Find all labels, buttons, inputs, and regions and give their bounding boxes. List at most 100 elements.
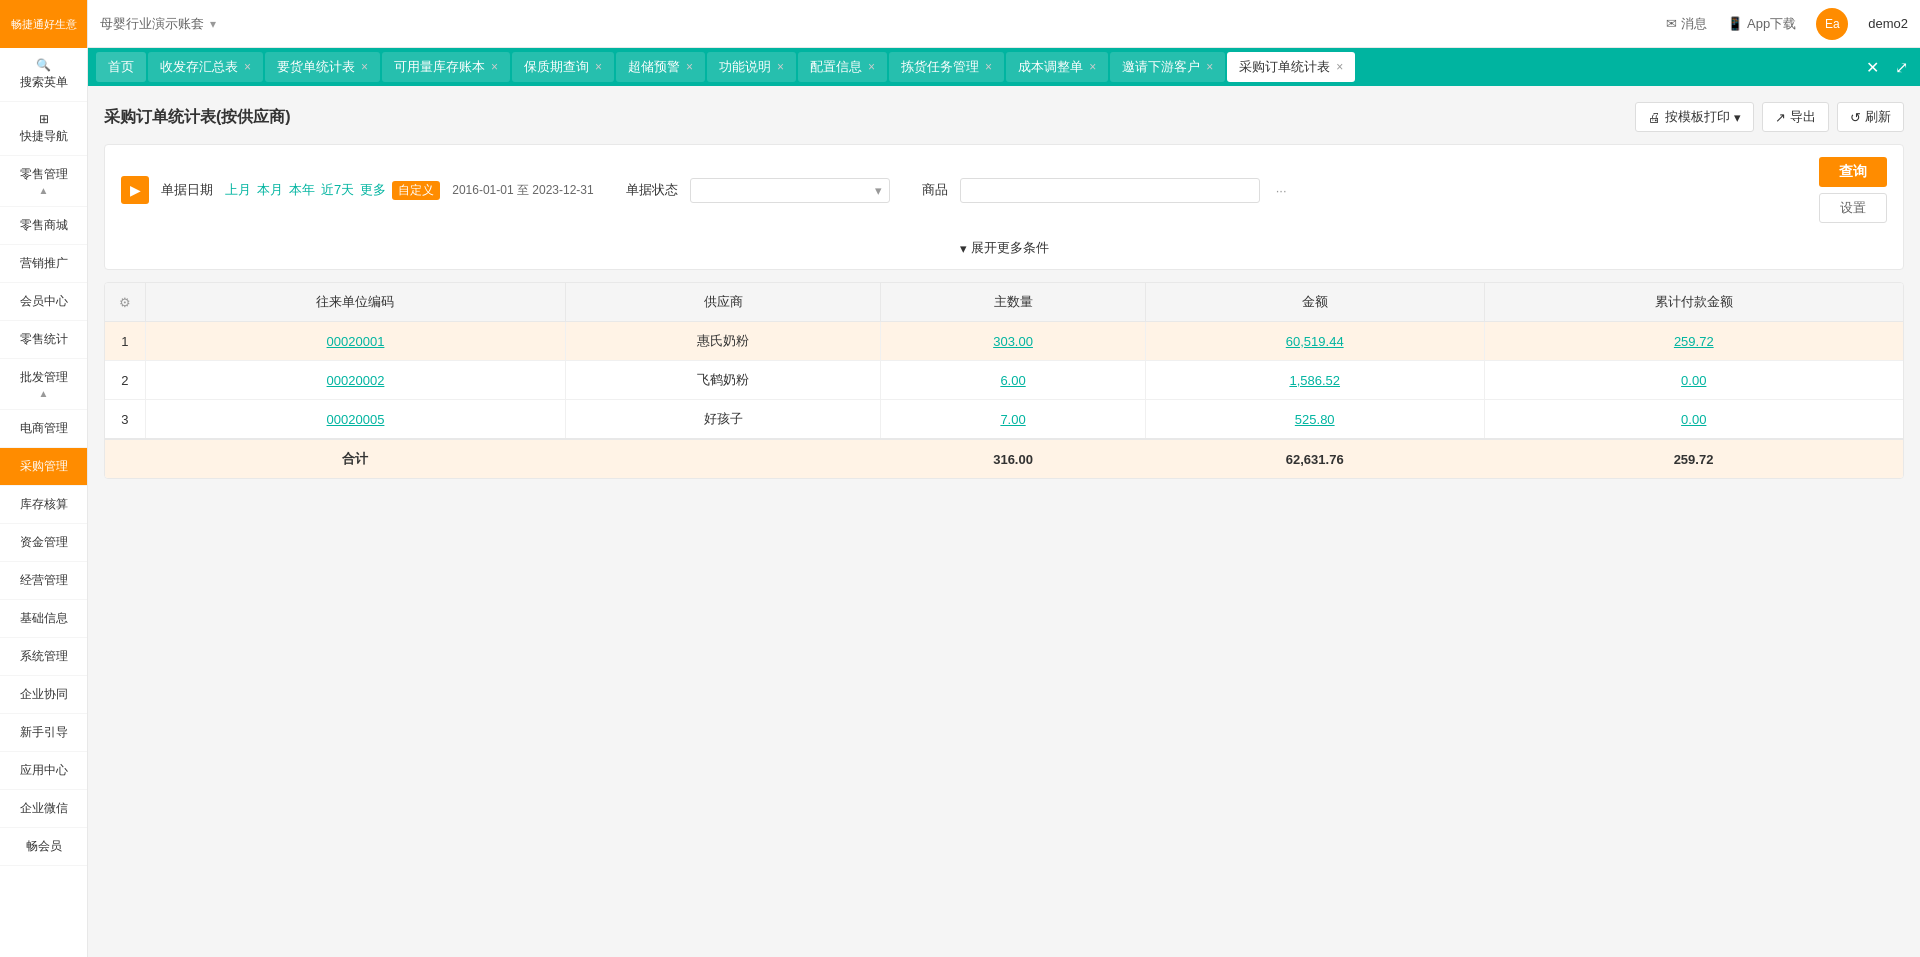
settings-button[interactable]: 设置 <box>1819 193 1887 223</box>
sidebar-item-search[interactable]: 🔍 搜索英单 <box>0 48 87 102</box>
row-paid[interactable]: 259.72 <box>1484 322 1903 361</box>
sidebar-item-nav[interactable]: ⊞ 快捷导航 <box>0 102 87 156</box>
refresh-button[interactable]: ↺ 刷新 <box>1837 102 1904 132</box>
sidebar-item-basic[interactable]: 基础信息 <box>0 600 87 638</box>
maximize-tab-action[interactable]: ⤢ <box>1891 58 1912 77</box>
sidebar-item-marketing[interactable]: 营销推广 <box>0 245 87 283</box>
tab-close-icon[interactable]: × <box>244 60 251 74</box>
status-select[interactable] <box>690 178 890 203</box>
tab-close-icon[interactable]: × <box>1089 60 1096 74</box>
row-code[interactable]: 00020001 <box>145 322 566 361</box>
tab-close-icon[interactable]: × <box>491 60 498 74</box>
sidebar-item-retail-mall[interactable]: 零售商城 <box>0 207 87 245</box>
tab-close-icon[interactable]: × <box>985 60 992 74</box>
row-paid[interactable]: 0.00 <box>1484 400 1903 440</box>
sidebar-item-wholesale[interactable]: 批发管理 ▲ <box>0 359 87 410</box>
workspace-selector[interactable]: 母婴行业演示账套 ▾ <box>100 15 1666 33</box>
query-button[interactable]: 查询 <box>1819 157 1887 187</box>
tab-receive-summary[interactable]: 收发存汇总表 × <box>148 52 263 82</box>
tab-label: 功能说明 <box>719 58 771 76</box>
tab-label: 采购订单统计表 <box>1239 58 1330 76</box>
row-qty[interactable]: 7.00 <box>881 400 1146 440</box>
tab-purchase-summary[interactable]: 要货单统计表 × <box>265 52 380 82</box>
row-index: 1 <box>105 322 145 361</box>
tab-pickup-task[interactable]: 拣货任务管理 × <box>889 52 1004 82</box>
sidebar-item-operation[interactable]: 经营管理 <box>0 562 87 600</box>
sidebar-item-enterprise[interactable]: 企业协同 <box>0 676 87 714</box>
tab-warranty[interactable]: 保质期查询 × <box>512 52 614 82</box>
this-year-shortcut[interactable]: 本年 <box>289 181 315 199</box>
sidebar-item-purchase[interactable]: 采购管理 <box>0 448 87 486</box>
tab-purchase-order-stat[interactable]: 采购订单统计表 × <box>1227 52 1355 82</box>
sidebar-item-appcenter[interactable]: 应用中心 <box>0 752 87 790</box>
tab-func-desc[interactable]: 功能说明 × <box>707 52 796 82</box>
avatar: Ea <box>1816 8 1848 40</box>
sidebar-item-inventory[interactable]: 库存核算 <box>0 486 87 524</box>
sidebar-item-label: 快捷导航 <box>20 128 68 145</box>
row-paid[interactable]: 0.00 <box>1484 361 1903 400</box>
col-amount: 金额 <box>1145 283 1484 322</box>
row-code[interactable]: 00020002 <box>145 361 566 400</box>
sidebar-item-label: 系统管理 <box>20 648 68 665</box>
row-amount[interactable]: 1,586.52 <box>1145 361 1484 400</box>
sidebar-item-retail-stat[interactable]: 零售统计 <box>0 321 87 359</box>
sidebar-item-member2[interactable]: 畅会员 <box>0 828 87 866</box>
printer-icon: 🖨 <box>1648 110 1661 125</box>
row-qty[interactable]: 6.00 <box>881 361 1146 400</box>
print-button[interactable]: 🖨 按模板打印 ▾ <box>1635 102 1754 132</box>
sidebar-item-member[interactable]: 会员中心 <box>0 283 87 321</box>
row-qty[interactable]: 303.00 <box>881 322 1146 361</box>
more-dates-shortcut[interactable]: 更多 <box>360 181 386 199</box>
custom-date-badge[interactable]: 自定义 <box>392 181 440 200</box>
app-download-button[interactable]: 📱 App下载 <box>1727 15 1796 33</box>
message-label: 消息 <box>1681 15 1707 33</box>
username-label[interactable]: demo2 <box>1868 16 1908 31</box>
table-row[interactable]: 2 00020002 飞鹤奶粉 6.00 1,586.52 0.00 <box>105 361 1903 400</box>
refresh-label: 刷新 <box>1865 108 1891 126</box>
tab-label: 拣货任务管理 <box>901 58 979 76</box>
table-row[interactable]: 1 00020001 惠氏奶粉 303.00 60,519.44 259.72 <box>105 322 1903 361</box>
tab-stock-ledger[interactable]: 可用量库存账本 × <box>382 52 510 82</box>
tab-close-icon[interactable]: × <box>777 60 784 74</box>
sidebar-item-label: 企业微信 <box>20 800 68 817</box>
tab-close-icon[interactable]: × <box>1336 60 1343 74</box>
mobile-icon: 📱 <box>1727 16 1743 31</box>
sidebar-item-wechat[interactable]: 企业微信 <box>0 790 87 828</box>
goods-input[interactable] <box>960 178 1260 203</box>
last-7days-shortcut[interactable]: 近7天 <box>321 181 354 199</box>
tab-close-icon[interactable]: × <box>595 60 602 74</box>
row-amount[interactable]: 60,519.44 <box>1145 322 1484 361</box>
filter-toggle-button[interactable]: ▶ <box>121 176 149 204</box>
tab-close-icon[interactable]: × <box>868 60 875 74</box>
tab-close-icon[interactable]: × <box>361 60 368 74</box>
message-button[interactable]: ✉ 消息 <box>1666 15 1707 33</box>
table-row[interactable]: 3 00020005 好孩子 7.00 525.80 0.00 <box>105 400 1903 440</box>
this-month-shortcut[interactable]: 本月 <box>257 181 283 199</box>
tab-cost-adjust[interactable]: 成本调整单 × <box>1006 52 1108 82</box>
close-tab-action[interactable]: ✕ <box>1862 58 1883 77</box>
export-button[interactable]: ↗ 导出 <box>1762 102 1829 132</box>
more-filters-ellipsis[interactable]: ··· <box>1272 179 1291 202</box>
last-month-shortcut[interactable]: 上月 <box>225 181 251 199</box>
refresh-icon: ↺ <box>1850 110 1861 125</box>
col-qty: 主数量 <box>881 283 1146 322</box>
tab-home[interactable]: 首页 <box>96 52 146 82</box>
tab-overstock[interactable]: 超储预警 × <box>616 52 705 82</box>
sidebar-item-system[interactable]: 系统管理 <box>0 638 87 676</box>
tab-close-icon[interactable]: × <box>686 60 693 74</box>
col-supplier: 供应商 <box>566 283 881 322</box>
row-amount[interactable]: 525.80 <box>1145 400 1484 440</box>
date-filter-label: 单据日期 <box>161 181 213 199</box>
row-code[interactable]: 00020005 <box>145 400 566 440</box>
sidebar-item-retail[interactable]: 零售管理 ▲ <box>0 156 87 207</box>
tab-config[interactable]: 配置信息 × <box>798 52 887 82</box>
results-table: ⚙ 往来单位编码 供应商 主数量 金额 累计付款金额 1 00020001 惠氏… <box>105 283 1903 478</box>
sidebar-item-finance[interactable]: 资金管理 <box>0 524 87 562</box>
sidebar-item-label: 企业协同 <box>20 686 68 703</box>
column-settings-icon[interactable]: ⚙ <box>119 295 131 310</box>
tab-close-icon[interactable]: × <box>1206 60 1213 74</box>
expand-filters-button[interactable]: ▾ 展开更多条件 <box>960 239 1049 257</box>
tab-invite-downstream[interactable]: 邀请下游客户 × <box>1110 52 1225 82</box>
sidebar-item-newguide[interactable]: 新手引导 <box>0 714 87 752</box>
sidebar-item-ecommerce[interactable]: 电商管理 <box>0 410 87 448</box>
